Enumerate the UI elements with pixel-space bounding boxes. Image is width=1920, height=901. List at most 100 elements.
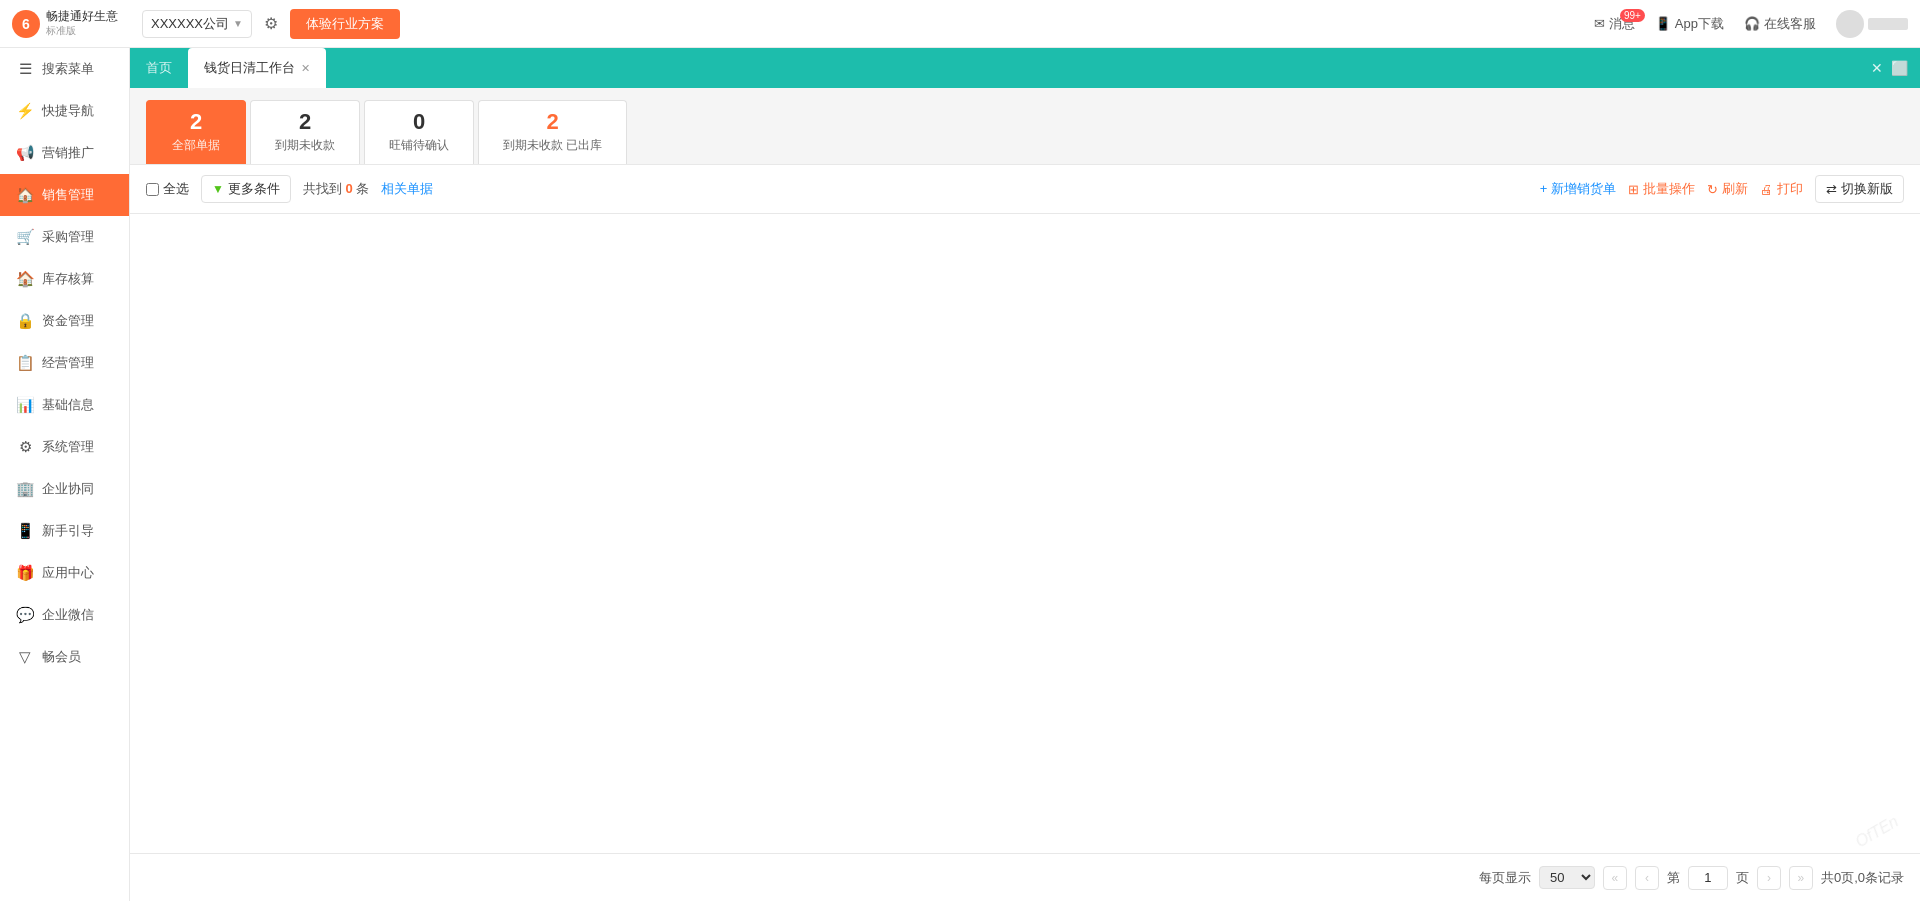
message-item[interactable]: ✉ 消息 99+ xyxy=(1594,15,1635,33)
page-input[interactable] xyxy=(1688,866,1728,890)
sidebar-item-enterprise[interactable]: 🏢 企业协同 xyxy=(0,468,129,510)
service-icon: 🎧 xyxy=(1744,16,1760,31)
sidebar-item-quick-nav[interactable]: ⚡ 快捷导航 xyxy=(0,90,129,132)
per-page-select[interactable]: 50 100 200 xyxy=(1539,866,1595,889)
sidebar-item-finance[interactable]: 🔒 资金管理 xyxy=(0,300,129,342)
sidebar-item-label: 基础信息 xyxy=(42,396,94,414)
sidebar-item-purchase[interactable]: 🛒 采购管理 xyxy=(0,216,129,258)
page-suffix: 页 xyxy=(1736,869,1749,887)
tab-cashflow-close-icon[interactable]: ✕ xyxy=(301,62,310,75)
sidebar-item-enterprise-wx[interactable]: 💬 企业微信 xyxy=(0,594,129,636)
stat-overdue-label: 到期未收款 xyxy=(275,137,335,154)
sidebar-item-search-menu[interactable]: ☰ 搜索菜单 xyxy=(0,48,129,90)
sidebar-item-inventory[interactable]: 🏠 库存核算 xyxy=(0,258,129,300)
count-prefix: 共找到 xyxy=(303,181,342,196)
sidebar-item-marketing[interactable]: 📢 营销推广 xyxy=(0,132,129,174)
sidebar-item-guide[interactable]: 📱 新手引导 xyxy=(0,510,129,552)
sidebar-item-label: 搜索菜单 xyxy=(42,60,94,78)
tab-maximize-icon[interactable]: ⬜ xyxy=(1891,60,1908,76)
message-badge: 99+ xyxy=(1620,9,1645,22)
logo-icon: 6 xyxy=(12,10,40,38)
user-name xyxy=(1868,18,1908,30)
app-download-label: App下载 xyxy=(1675,15,1724,33)
main-content: 2 全部单据 2 到期未收款 0 旺铺待确认 2 到期未收款 已出库 全选 xyxy=(130,88,1920,901)
company-selector[interactable]: XXXXXX公司 ▼ xyxy=(142,10,252,38)
purchase-icon: 🛒 xyxy=(16,228,34,246)
per-page-label: 每页显示 xyxy=(1479,869,1531,887)
select-all-checkbox[interactable]: 全选 xyxy=(146,180,189,198)
sales-icon: 🏠 xyxy=(16,186,34,204)
sidebar: ☰ 搜索菜单 ⚡ 快捷导航 📢 营销推广 🏠 销售管理 🛒 采购管理 🏠 库存核… xyxy=(0,48,130,901)
tab-home[interactable]: 首页 xyxy=(130,48,188,88)
switch-label: 切换新版 xyxy=(1841,180,1893,198)
prev-page-button[interactable]: ‹ xyxy=(1635,866,1659,890)
count-info: 共找到 0 条 xyxy=(303,180,369,198)
system-icon: ⚙ xyxy=(16,438,34,456)
search-menu-icon: ☰ xyxy=(16,60,34,78)
tab-close-icon[interactable]: ✕ xyxy=(1871,60,1883,76)
stat-pending-num: 0 xyxy=(413,109,425,135)
stat-pending-label: 旺铺待确认 xyxy=(389,137,449,154)
download-icon: 📱 xyxy=(1655,16,1671,31)
print-label: 打印 xyxy=(1777,180,1803,198)
basic-info-icon: 📊 xyxy=(16,396,34,414)
app-title: 畅捷通好生意 xyxy=(46,9,118,25)
sidebar-item-sales[interactable]: 🏠 销售管理 xyxy=(0,174,129,216)
sidebar-item-label: 资金管理 xyxy=(42,312,94,330)
stat-tab-shipped[interactable]: 2 到期未收款 已出库 xyxy=(478,100,627,164)
header-right: ✉ 消息 99+ 📱 App下载 🎧 在线客服 xyxy=(1594,10,1908,38)
sidebar-item-vip[interactable]: ▽ 畅会员 xyxy=(0,636,129,678)
print-button[interactable]: 🖨 打印 xyxy=(1760,180,1803,198)
next-page-button[interactable]: › xyxy=(1757,866,1781,890)
sidebar-item-label: 应用中心 xyxy=(42,564,94,582)
sidebar-item-basic-info[interactable]: 📊 基础信息 xyxy=(0,384,129,426)
stat-tab-overdue[interactable]: 2 到期未收款 xyxy=(250,100,360,164)
sidebar-item-label: 库存核算 xyxy=(42,270,94,288)
pagination: 每页显示 50 100 200 « ‹ 第 页 › » 共0页,0条记录 xyxy=(130,853,1920,901)
settings-icon[interactable]: ⚙ xyxy=(264,14,278,33)
tab-cashflow[interactable]: 钱货日清工作台 ✕ xyxy=(188,48,326,88)
tab-cashflow-label: 钱货日清工作台 xyxy=(204,59,295,77)
first-page-button[interactable]: « xyxy=(1603,866,1627,890)
total-info: 共0页,0条记录 xyxy=(1821,869,1904,887)
finance-icon: 🔒 xyxy=(16,312,34,330)
message-icon: ✉ xyxy=(1594,16,1605,31)
related-doc-link[interactable]: 相关单据 xyxy=(381,180,433,198)
refresh-button[interactable]: ↻ 刷新 xyxy=(1707,180,1748,198)
stat-tab-all[interactable]: 2 全部单据 xyxy=(146,100,246,164)
print-icon: 🖨 xyxy=(1760,182,1773,197)
guide-icon: 📱 xyxy=(16,522,34,540)
inventory-icon: 🏠 xyxy=(16,270,34,288)
stat-all-label: 全部单据 xyxy=(172,137,220,154)
company-arrow-icon: ▼ xyxy=(233,18,243,29)
avatar-area[interactable] xyxy=(1836,10,1908,38)
sidebar-item-label: 销售管理 xyxy=(42,186,94,204)
select-all-input[interactable] xyxy=(146,183,159,196)
online-service-label: 在线客服 xyxy=(1764,15,1816,33)
logo-area: 6 畅捷通好生意 标准版 xyxy=(12,9,142,39)
stat-tab-pending[interactable]: 0 旺铺待确认 xyxy=(364,100,474,164)
last-page-button[interactable]: » xyxy=(1789,866,1813,890)
add-sale-order-button[interactable]: + 新增销货单 xyxy=(1540,180,1616,198)
nav-tabs: 首页 钱货日清工作台 ✕ ✕ ⬜ xyxy=(130,48,1920,88)
sidebar-item-operations[interactable]: 📋 经营管理 xyxy=(0,342,129,384)
sidebar-item-label: 企业协同 xyxy=(42,480,94,498)
sidebar-item-system[interactable]: ⚙ 系统管理 xyxy=(0,426,129,468)
batch-operation-button[interactable]: ⊞ 批量操作 xyxy=(1628,180,1695,198)
enterprise-icon: 🏢 xyxy=(16,480,34,498)
count-num: 0 xyxy=(346,181,353,196)
sidebar-item-app-center[interactable]: 🎁 应用中心 xyxy=(0,552,129,594)
switch-icon: ⇄ xyxy=(1826,182,1837,197)
sidebar-item-label: 系统管理 xyxy=(42,438,94,456)
switch-version-button[interactable]: ⇄ 切换新版 xyxy=(1815,175,1904,203)
avatar xyxy=(1836,10,1864,38)
sidebar-item-label: 经营管理 xyxy=(42,354,94,372)
online-service-item[interactable]: 🎧 在线客服 xyxy=(1744,15,1816,33)
stat-shipped-label: 到期未收款 已出库 xyxy=(503,137,602,154)
trial-button[interactable]: 体验行业方案 xyxy=(290,9,400,39)
sidebar-item-label: 采购管理 xyxy=(42,228,94,246)
marketing-icon: 📢 xyxy=(16,144,34,162)
batch-icon: ⊞ xyxy=(1628,182,1639,197)
filter-button[interactable]: ▼ 更多条件 xyxy=(201,175,291,203)
app-download-item[interactable]: 📱 App下载 xyxy=(1655,15,1724,33)
